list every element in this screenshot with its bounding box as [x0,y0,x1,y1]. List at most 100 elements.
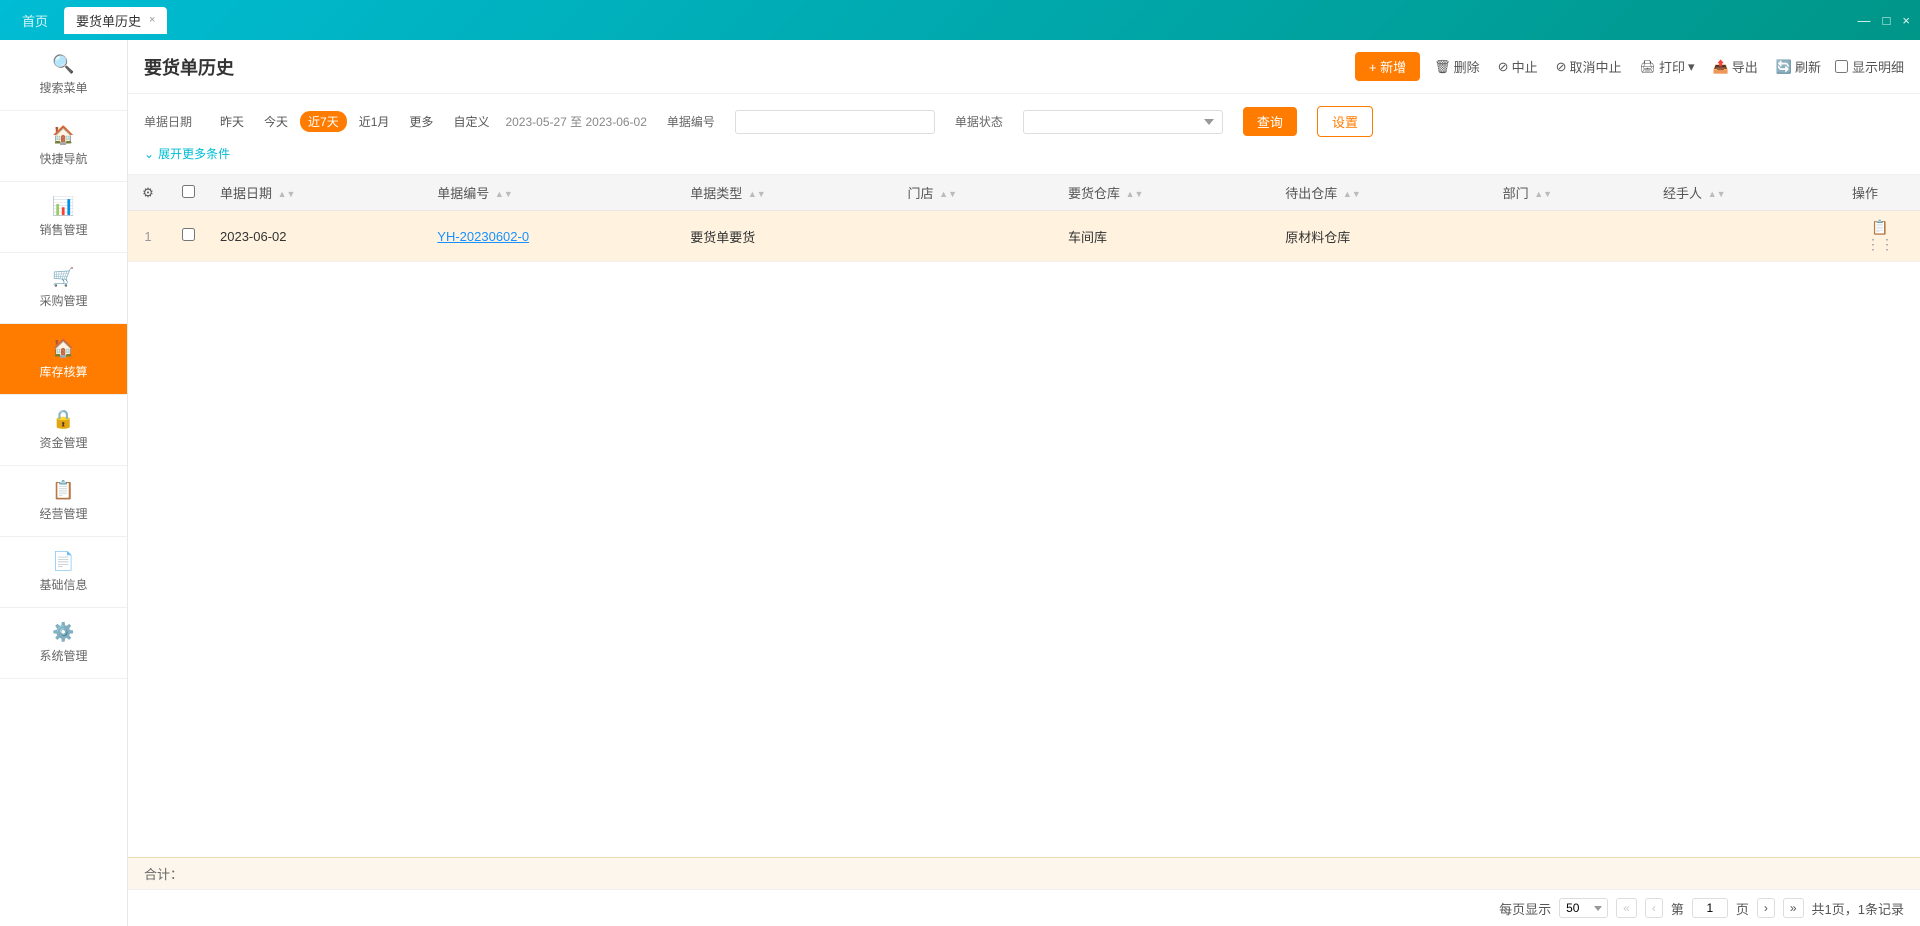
col-handler-sort[interactable]: ▲▼ [1708,190,1726,199]
cell-date: 2023-06-02 [208,211,425,262]
sidebar-item-sales[interactable]: 📊 销售管理 [0,182,127,253]
date-btn-7days[interactable]: 近7天 [300,111,347,132]
col-department: 部门 ▲▼ [1491,175,1651,211]
first-page-button[interactable]: « [1616,898,1637,918]
col-store: 门店 ▲▼ [896,175,1056,211]
bill-status-label: 单据状态 [955,113,1003,130]
cell-checkbox[interactable] [168,211,208,262]
display-detail-input[interactable] [1835,60,1848,73]
row-checkbox[interactable] [182,228,195,241]
delete-icon: 🗑 [1434,59,1451,75]
close-window-icon[interactable]: × [1902,13,1910,28]
date-btn-yesterday[interactable]: 昨天 [212,111,252,132]
main-layout: 🔍 搜索菜单 🏠 快捷导航 📊 销售管理 🛒 采购管理 🏠 库存核算 🔒 资金管… [0,40,1920,926]
page-label: 第 [1671,899,1684,918]
col-req-warehouse: 要货仓库 ▲▼ [1056,175,1273,211]
date-btn-more[interactable]: 更多 [401,111,441,132]
date-btn-custom[interactable]: 自定义 [445,111,497,132]
table-area: ⚙ 单据日期 ▲▼ 单据编号 ▲▼ 单据类型 [128,175,1920,857]
refresh-button[interactable]: 🔄 刷新 [1772,55,1825,78]
sidebar: 🔍 搜索菜单 🏠 快捷导航 📊 销售管理 🛒 采购管理 🏠 库存核算 🔒 资金管… [0,40,128,926]
tab-home[interactable]: 首页 [10,7,60,34]
col-date-sort[interactable]: ▲▼ [278,190,296,199]
minimize-icon[interactable]: — [1858,13,1871,28]
sidebar-item-finance[interactable]: 🔒 资金管理 [0,395,127,466]
stop-button[interactable]: ⊘ 中止 [1494,55,1542,78]
expand-more-icon: ⌄ [144,147,154,161]
col-bill-no: 单据编号 ▲▼ [425,175,678,211]
operation-icon: 📋 [52,480,74,501]
col-pending-warehouse-sort[interactable]: ▲▼ [1343,190,1361,199]
table-header-row: ⚙ 单据日期 ▲▼ 单据编号 ▲▼ 单据类型 [128,175,1920,211]
date-range-display: 2023-05-27 至 2023-06-02 [505,113,646,130]
filter-row-1: 单据日期 昨天 今天 近7天 近1月 更多 自定义 2023-05-27 至 2… [144,106,1904,137]
cell-bill-type: 要货单要货 [678,211,895,262]
cell-handler [1651,211,1840,262]
page-size-select[interactable]: 50 100 200 [1559,898,1608,918]
next-page-button[interactable]: › [1757,898,1775,918]
cell-pending-warehouse: 原材料仓库 [1273,211,1490,262]
pagination-bar: 每页显示 50 100 200 « ‹ 第 页 › » 共1页，1条记录 [128,889,1920,926]
row-more-icon[interactable]: ⋮⋮ [1866,236,1894,252]
sales-icon: 📊 [52,196,74,217]
col-bill-type: 单据类型 ▲▼ [678,175,895,211]
col-bill-no-sort[interactable]: ▲▼ [495,190,513,199]
col-date: 单据日期 ▲▼ [208,175,425,211]
basic-icon: 📄 [52,551,74,572]
finance-icon: 🔒 [52,409,74,430]
bill-no-input[interactable] [735,110,935,134]
cell-num: 1 [128,211,168,262]
cell-req-warehouse: 车间库 [1056,211,1273,262]
sidebar-item-basic[interactable]: 📄 基础信息 [0,537,127,608]
sidebar-item-inventory[interactable]: 🏠 库存核算 [0,324,127,395]
col-settings[interactable]: ⚙ [128,175,168,211]
date-btn-today[interactable]: 今天 [256,111,296,132]
bill-status-select[interactable] [1023,110,1223,134]
sidebar-item-system[interactable]: ⚙️ 系统管理 [0,608,127,679]
new-button[interactable]: + 新增 [1355,52,1420,81]
export-button[interactable]: 📤 导出 [1709,55,1762,78]
cancel-stop-button[interactable]: ⊘ 取消中止 [1552,55,1626,78]
date-btn-1month[interactable]: 近1月 [351,111,398,132]
page-number-input[interactable] [1692,898,1728,918]
page-unit: 页 [1736,899,1749,918]
sum-label: 合计： [144,867,183,882]
col-bill-type-sort[interactable]: ▲▼ [748,190,766,199]
col-req-warehouse-sort[interactable]: ▲▼ [1126,190,1144,199]
search-menu-icon: 🔍 [52,54,74,75]
settings-button[interactable]: 设置 [1317,106,1373,137]
last-page-button[interactable]: » [1783,898,1804,918]
expand-more-button[interactable]: ⌄ 展开更多条件 [144,145,1904,162]
delete-button[interactable]: 🗑 删除 [1430,55,1484,78]
col-department-sort[interactable]: ▲▼ [1534,190,1552,199]
query-button[interactable]: 查询 [1243,107,1297,136]
table-body: 1 2023-06-02 YH-20230602-0 要货单要货 车间库 原材料… [128,211,1920,262]
col-action: 操作 [1840,175,1920,211]
bill-no-link[interactable]: YH-20230602-0 [437,229,529,244]
print-button[interactable]: 🖨 打印 ▾ [1636,55,1699,78]
sidebar-item-operation[interactable]: 📋 经营管理 [0,466,127,537]
col-checkbox[interactable] [168,175,208,211]
cancel-stop-icon: ⊘ [1556,59,1567,75]
print-dropdown-icon: ▾ [1688,59,1695,75]
page-title: 要货单历史 [144,54,1355,80]
sidebar-item-search[interactable]: 🔍 搜索菜单 [0,40,127,111]
prev-page-button[interactable]: ‹ [1645,898,1663,918]
top-bar: 首页 要货单历史 × — □ × [0,0,1920,40]
cell-bill-no[interactable]: YH-20230602-0 [425,211,678,262]
sidebar-item-purchase[interactable]: 🛒 采购管理 [0,253,127,324]
sidebar-item-quicknav[interactable]: 🏠 快捷导航 [0,111,127,182]
select-all-checkbox[interactable] [182,185,195,198]
display-detail-checkbox[interactable]: 显示明细 [1835,57,1904,76]
tab-active[interactable]: 要货单历史 × [64,7,167,34]
system-icon: ⚙️ [52,622,74,643]
maximize-icon[interactable]: □ [1883,13,1891,28]
row-edit-icon[interactable]: 📋 [1871,219,1888,235]
table-row: 1 2023-06-02 YH-20230602-0 要货单要货 车间库 原材料… [128,211,1920,262]
tab-close-icon[interactable]: × [149,14,155,26]
page-header: 要货单历史 + 新增 🗑 删除 ⊘ 中止 ⊘ 取消中止 🖨 打印 [128,40,1920,94]
purchase-icon: 🛒 [52,267,74,288]
content-area: 要货单历史 + 新增 🗑 删除 ⊘ 中止 ⊘ 取消中止 🖨 打印 [128,40,1920,926]
refresh-icon: 🔄 [1776,59,1792,75]
col-store-sort[interactable]: ▲▼ [939,190,957,199]
